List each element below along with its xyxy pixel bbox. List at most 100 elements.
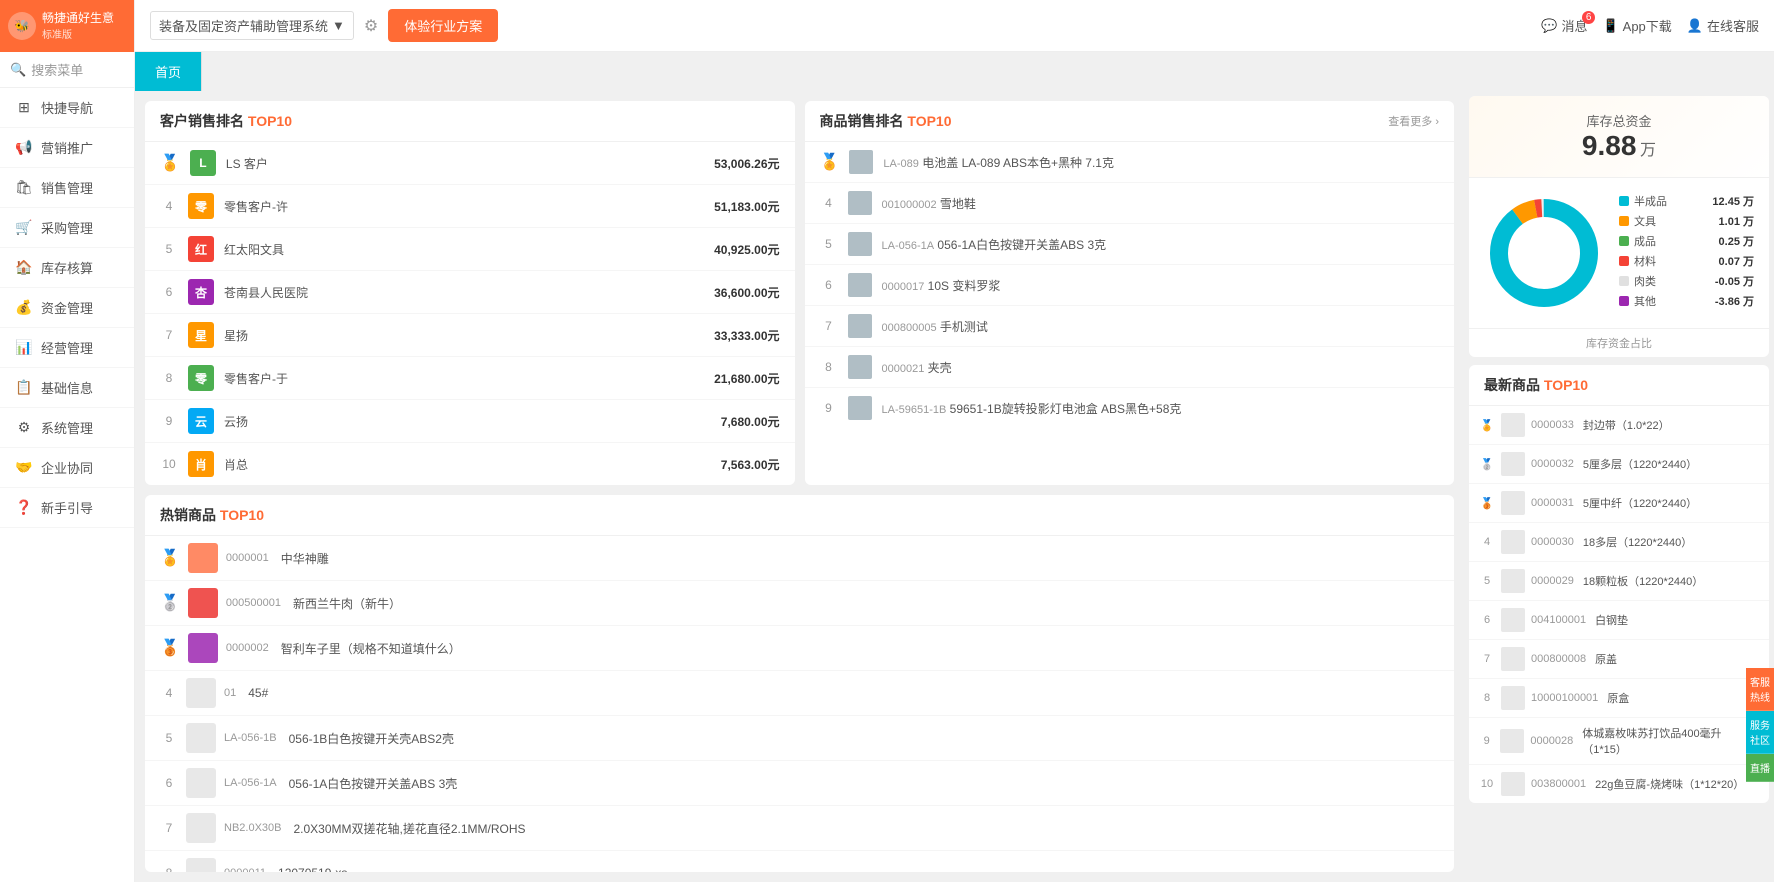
product-img [1501, 413, 1525, 437]
inventory-value-container: 9.88 万 [1484, 130, 1754, 162]
legend-value: 1.01 万 [1719, 213, 1754, 229]
customer-value: 40,925.00元 [714, 241, 779, 258]
product-info: LA-089 电池盖 LA-089 ABS本色+黑种 7.1克 [883, 154, 1439, 171]
sidebar-item-basic-info[interactable]: 📋 基础信息 [0, 368, 134, 408]
product-sales-ranking-header: 商品销售排名 TOP10 查看更多 › [805, 101, 1455, 142]
legend-item: 肉类 -0.05 万 [1619, 273, 1754, 289]
rank-num: 5 [160, 731, 178, 745]
product-code: 0000032 [1531, 458, 1574, 470]
rank-medal: 🏅 [820, 152, 840, 172]
product-code: 10000100001 [1531, 692, 1598, 704]
list-item: 8 零 零售客户-于 21,680.00元 [145, 357, 795, 400]
product-code: 004100001 [1531, 614, 1586, 626]
rank-medal-1: 🏅 [160, 153, 180, 173]
list-item: 8 0000011 12070519-xs [145, 851, 1454, 872]
view-more-link[interactable]: 查看更多 › [1388, 113, 1439, 129]
sidebar-item-enterprise[interactable]: 🤝 企业协同 [0, 448, 134, 488]
sidebar-item-operations[interactable]: 📊 经营管理 [0, 328, 134, 368]
product-code: 0000033 [1531, 419, 1574, 431]
inventory-label: 库存总资金 [1586, 114, 1651, 129]
list-item: 5 LA-056-1B 056-1B白色按键开关壳ABS2壳 [145, 716, 1454, 761]
upper-panels: 客户销售排名 TOP10 🏅 L LS 客户 53,006.26元 4 零 [145, 101, 1454, 485]
newest-products-card: 最新商品 TOP10 🏅 0000033 封边带（1.0*22） 🥈 00000… [1469, 365, 1769, 803]
product-img [186, 768, 216, 798]
product-code: 01 [224, 687, 236, 699]
customer-value: 53,006.26元 [714, 155, 779, 172]
legend-name: 肉类 [1634, 273, 1710, 289]
rank-num: 5 [1479, 575, 1495, 587]
notifications-btn[interactable]: 💬 消息 6 [1541, 16, 1587, 35]
sidebar-item-system[interactable]: ⚙ 系统管理 [0, 408, 134, 448]
sidebar-item-finance[interactable]: 💰 资金管理 [0, 288, 134, 328]
legend-item: 材料 0.07 万 [1619, 253, 1754, 269]
try-button[interactable]: 体验行业方案 [388, 9, 498, 42]
list-item: 5 0000029 18颗粒板（1220*2440） [1469, 562, 1769, 601]
rank-num: 5 [820, 237, 838, 251]
sidebar-item-quick-nav[interactable]: ⊞ 快捷导航 [0, 88, 134, 128]
service-community-btn[interactable]: 服务社区 [1746, 711, 1774, 754]
customer-avatar: L [190, 150, 216, 176]
legend-value: 0.25 万 [1719, 233, 1754, 249]
inventory-card: 库存总资金 9.88 万 [1469, 96, 1769, 357]
customer-avatar: 红 [188, 236, 214, 262]
product-name: 5厘中纤（1220*2440） [1583, 495, 1697, 511]
customer-name: 零售客户-许 [224, 198, 704, 215]
product-name: 体城嘉枚味苏打饮品400毫升（1*15） [1582, 725, 1759, 757]
customer-value: 7,563.00元 [721, 456, 780, 473]
sidebar-item-inventory[interactable]: 🏠 库存核算 [0, 248, 134, 288]
product-info: LA-056-1A 056-1A白色按键开关盖ABS 3克 [882, 236, 1440, 253]
list-item: 9 云 云扬 7,680.00元 [145, 400, 795, 443]
tab-home[interactable]: 首页 [135, 52, 202, 91]
product-img [1501, 686, 1525, 710]
sidebar-item-guide[interactable]: ❓ 新手引导 [0, 488, 134, 528]
service-icon: 👤 [1687, 18, 1703, 34]
list-item: 🏅 L LS 客户 53,006.26元 [145, 142, 795, 185]
customer-value: 33,333.00元 [714, 327, 779, 344]
list-item: 7 000800005 手机测试 [805, 306, 1455, 347]
customer-name: 红太阳文具 [224, 241, 704, 258]
product-name: 5厘多层（1220*2440） [1583, 456, 1697, 472]
nav-label: 系统管理 [41, 418, 93, 437]
product-info: 000800005 手机测试 [882, 318, 1440, 335]
product-img [848, 314, 872, 338]
sidebar-item-sales[interactable]: 🛍 销售管理 [0, 168, 134, 208]
product-img [848, 232, 872, 256]
list-item: 7 000800008 原盖 [1469, 640, 1769, 679]
rank-num: 7 [160, 821, 178, 835]
product-name: 白钢垫 [1595, 612, 1628, 628]
legend-color [1619, 196, 1629, 206]
sidebar-item-marketing[interactable]: 📢 营销推广 [0, 128, 134, 168]
rank-medal: 🥉 [160, 638, 180, 658]
sidebar-item-purchase[interactable]: 🛒 采购管理 [0, 208, 134, 248]
customer-avatar: 肖 [188, 451, 214, 477]
list-item: 9 LA-59651-1B 59651-1B旋转投影灯电池盒 ABS黑色+58克 [805, 388, 1455, 428]
list-item: 7 星 星扬 33,333.00元 [145, 314, 795, 357]
online-service-btn[interactable]: 👤 在线客服 [1687, 16, 1759, 35]
donut-section: 半成品 12.45 万 文具 1.01 万 成品 0.25 万 [1469, 178, 1769, 328]
legend-color [1619, 256, 1629, 266]
system-selector[interactable]: 装备及固定资产辅助管理系统 ▼ [150, 11, 354, 40]
notification-icon: 💬 [1541, 18, 1557, 34]
app-name: 畅捷通好生意 [42, 11, 114, 27]
rank-num: 6 [1479, 614, 1495, 626]
customer-ranking-title: 客户销售排名 TOP10 [160, 111, 292, 131]
rank-medal: 🏅 [160, 548, 180, 568]
list-item: 5 红 红太阳文具 40,925.00元 [145, 228, 795, 271]
search-menu[interactable]: 🔍 搜索菜单 [0, 52, 134, 88]
rank-num: 4 [160, 686, 178, 700]
list-item: 🥈 0000032 5厘多层（1220*2440） [1469, 445, 1769, 484]
system-icon: ⚙ [15, 419, 33, 436]
product-img [1501, 569, 1525, 593]
settings-icon[interactable]: ⚙ [364, 16, 378, 36]
product-name: 056-1A白色按键开关盖ABS 3壳 [289, 775, 1439, 792]
legend-item: 其他 -3.86 万 [1619, 293, 1754, 309]
customer-service-btn[interactable]: 客服热线 [1746, 668, 1774, 711]
direct-btn[interactable]: 直播 [1746, 754, 1774, 782]
product-code: 0000030 [1531, 536, 1574, 548]
product-info: 0000021 夹壳 [882, 359, 1440, 376]
list-item: 5 LA-056-1A 056-1A白色按键开关盖ABS 3克 [805, 224, 1455, 265]
legend-name: 材料 [1634, 253, 1714, 269]
newest-products-title: 最新商品 TOP10 [1484, 375, 1588, 395]
app-download-btn[interactable]: 📱 App下载 [1602, 16, 1671, 35]
app-edition: 标准版 [42, 26, 114, 41]
